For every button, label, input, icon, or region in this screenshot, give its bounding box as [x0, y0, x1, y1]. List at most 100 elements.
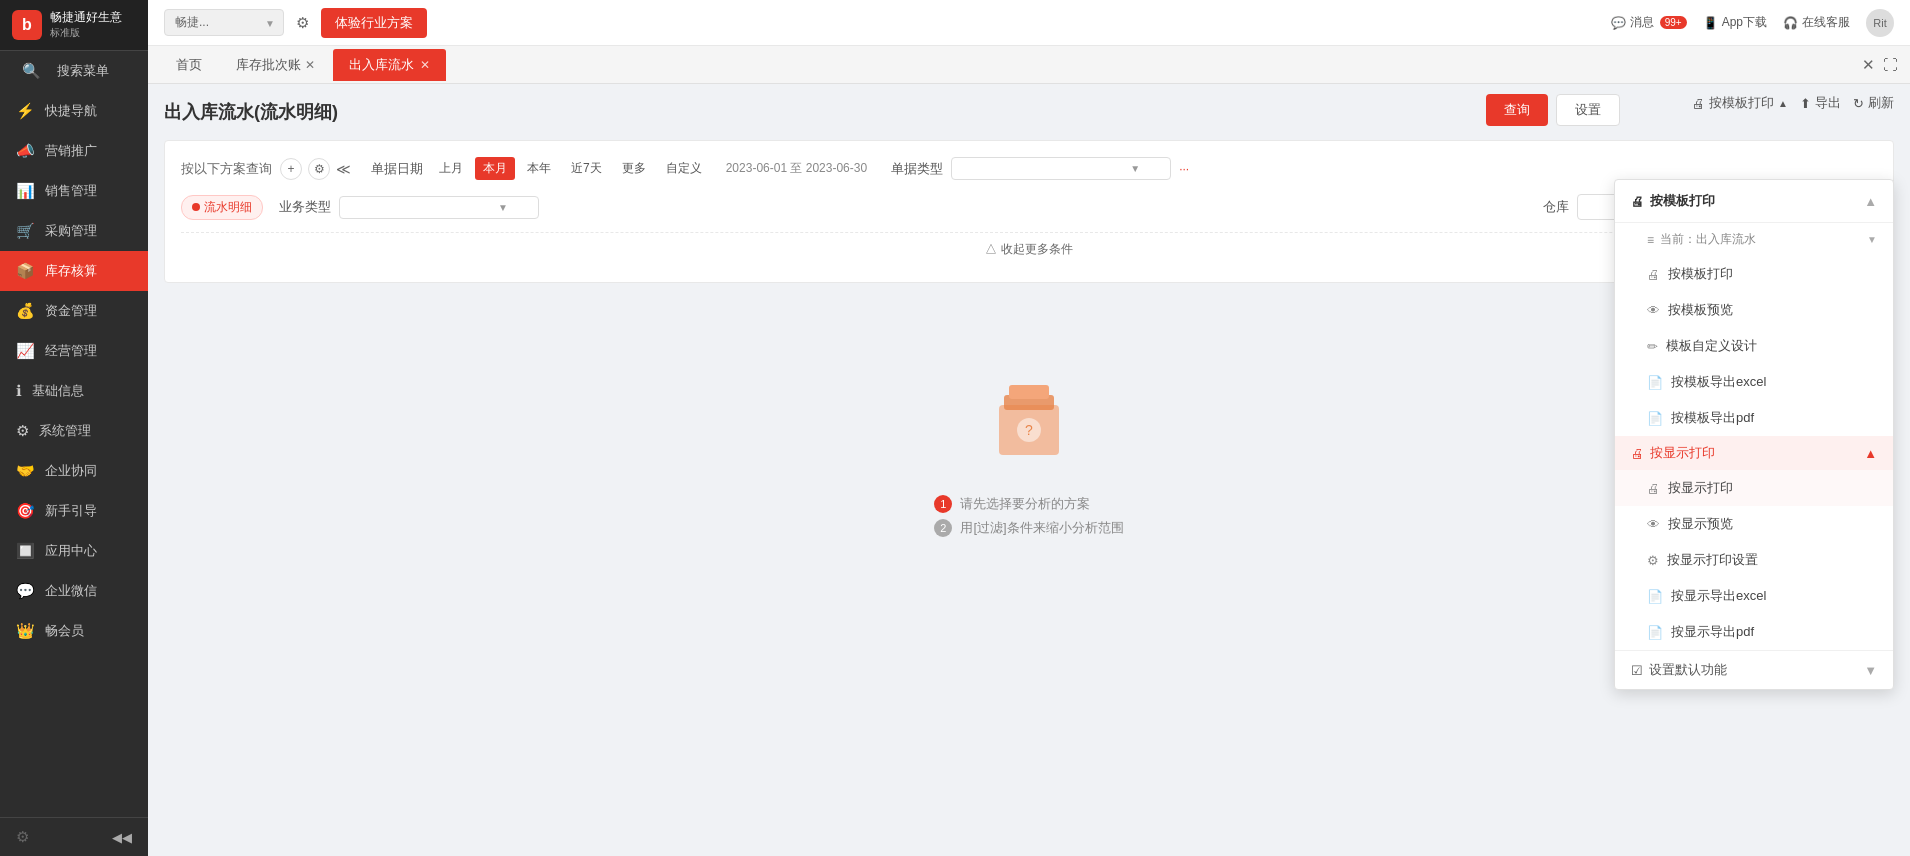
member-icon: 👑 — [16, 622, 35, 640]
tab-inventory-batch[interactable]: 库存批次账 ✕ — [220, 49, 331, 81]
filter-settings-btn[interactable]: ⚙ — [308, 158, 330, 180]
sidebar-settings-icon[interactable]: ⚙ — [16, 828, 29, 846]
user-name: 畅捷... — [175, 15, 209, 29]
display-print-section-header[interactable]: 🖨 按显示打印 ▲ — [1615, 436, 1893, 470]
header-gear-icon[interactable]: ⚙ — [296, 14, 309, 32]
collapse-more-label: 收起更多条件 — [1001, 242, 1073, 256]
header-left: 畅捷... ▼ ⚙ 体验行业方案 — [164, 8, 427, 38]
date-tab-7days[interactable]: 近7天 — [563, 157, 610, 180]
business-type-select[interactable]: ▼ — [339, 196, 539, 219]
dropdown-template-preview-item[interactable]: 👁 按模板预览 — [1615, 292, 1893, 328]
date-tab-last-month[interactable]: 上月 — [431, 157, 471, 180]
user-avatar-btn[interactable]: Rit — [1866, 9, 1894, 37]
svg-text:?: ? — [1025, 422, 1033, 438]
message-btn[interactable]: 💬 消息 99+ — [1611, 14, 1687, 31]
sidebar-search-label: 搜索菜单 — [57, 62, 109, 80]
sidebar-item-system[interactable]: ⚙ 系统管理 — [0, 411, 148, 451]
tab-inout-flow[interactable]: 出入库流水 ✕ — [333, 49, 446, 81]
settings-button[interactable]: 设置 — [1556, 94, 1620, 126]
app-download-btn[interactable]: 📱 App下载 — [1703, 14, 1767, 31]
business-type-arrow: ▼ — [498, 202, 508, 213]
sidebar-item-quick-nav[interactable]: ⚡ 快捷导航 — [0, 91, 148, 131]
add-filter-btn[interactable]: + — [280, 158, 302, 180]
page-title: 出入库流水(流水明细) — [164, 100, 1894, 124]
inventory-icon: 📦 — [16, 262, 35, 280]
tab-inventory-batch-label: 库存批次账 — [236, 57, 301, 72]
sidebar-item-operations[interactable]: 📈 经营管理 — [0, 331, 148, 371]
voucher-type-more[interactable]: ··· — [1179, 162, 1189, 176]
sidebar-collapse-icon[interactable]: ◀◀ — [112, 830, 132, 845]
industry-btn[interactable]: 体验行业方案 — [321, 8, 427, 38]
export-label: 导出 — [1815, 94, 1841, 112]
display-print-settings-icon: ⚙ — [1647, 553, 1659, 568]
sidebar-item-basic[interactable]: ℹ 基础信息 — [0, 371, 148, 411]
online-service-label: 在线客服 — [1802, 14, 1850, 31]
dropdown-template-export-excel-item[interactable]: 📄 按模板导出excel — [1615, 364, 1893, 400]
empty-hint-1: 1 请先选择要分析的方案 — [934, 495, 1090, 513]
app-download-icon: 📱 — [1703, 16, 1718, 30]
date-field: 单据日期 上月 本月 本年 近7天 更多 自定义 2023-06-01 至 20… — [371, 157, 867, 180]
finance-icon: 💰 — [16, 302, 35, 320]
refresh-btn[interactable]: ↻ 刷新 — [1853, 94, 1894, 112]
dropdown-footer[interactable]: ☑ 设置默认功能 ▼ — [1615, 650, 1893, 689]
template-export-excel-icon: 📄 — [1647, 375, 1663, 390]
display-preview-label: 按显示预览 — [1668, 515, 1733, 533]
sidebar: b 畅捷通好生意 标准版 🔍 搜索菜单 ⚡ 快捷导航 📣 营销推广 📊 销售管理… — [0, 0, 148, 856]
dropdown-display-preview-item[interactable]: 👁 按显示预览 — [1615, 506, 1893, 542]
dropdown-display-print-settings-item[interactable]: ⚙ 按显示打印设置 — [1615, 542, 1893, 578]
user-dropdown-arrow: ▼ — [265, 17, 275, 28]
tab-expand-btn[interactable]: ⛶ — [1883, 56, 1898, 74]
dropdown-display-export-excel-item[interactable]: 📄 按显示导出excel — [1615, 578, 1893, 614]
dropdown-template-print-item[interactable]: 🖨 按模板打印 — [1615, 256, 1893, 292]
sidebar-nav: ⚡ 快捷导航 📣 营销推广 📊 销售管理 🛒 采购管理 📦 库存核算 💰 资金管… — [0, 91, 148, 817]
date-tab-this-year[interactable]: 本年 — [519, 157, 559, 180]
online-service-btn[interactable]: 🎧 在线客服 — [1783, 14, 1850, 31]
date-tab-this-month[interactable]: 本月 — [475, 157, 515, 180]
tab-home[interactable]: 首页 — [160, 49, 218, 81]
sidebar-item-finance[interactable]: 💰 资金管理 — [0, 291, 148, 331]
sidebar-item-label: 营销推广 — [45, 142, 97, 160]
print-template-btn[interactable]: 🖨 按模板打印 ▲ — [1692, 94, 1788, 112]
date-tab-more[interactable]: 更多 — [614, 157, 654, 180]
sidebar-item-guide[interactable]: 🎯 新手引导 — [0, 491, 148, 531]
enterprise-icon: 🤝 — [16, 462, 35, 480]
sidebar-item-search[interactable]: 🔍 搜索菜单 — [0, 51, 148, 91]
export-btn[interactable]: ⬆ 导出 — [1800, 94, 1841, 112]
tab-inout-flow-close[interactable]: ✕ — [420, 58, 430, 72]
sidebar-item-label: 系统管理 — [39, 422, 91, 440]
tab-controls: ✕ ⛶ — [1862, 56, 1898, 74]
sidebar-item-member[interactable]: 👑 畅会员 — [0, 611, 148, 651]
template-preview-label: 按模板预览 — [1668, 301, 1733, 319]
current-label-row: ≡ 当前：出入库流水 ▼ — [1615, 223, 1893, 256]
collapse-filter-btn[interactable]: ≪ — [336, 161, 351, 177]
empty-icon: ? — [979, 375, 1079, 475]
dropdown-display-print-item[interactable]: 🖨 按显示打印 — [1615, 470, 1893, 506]
tab-close-all-btn[interactable]: ✕ — [1862, 56, 1875, 74]
voucher-type-select[interactable]: ▼ — [951, 157, 1171, 180]
filter-tag-label: 流水明细 — [204, 199, 252, 216]
tab-inventory-batch-close[interactable]: ✕ — [305, 58, 315, 72]
dropdown-scroll-down[interactable]: ▼ — [1864, 663, 1877, 678]
query-button[interactable]: 查询 — [1486, 94, 1548, 126]
sidebar-item-marketing[interactable]: 📣 营销推广 — [0, 131, 148, 171]
sidebar-item-purchase[interactable]: 🛒 采购管理 — [0, 211, 148, 251]
date-field-label: 单据日期 — [371, 160, 423, 178]
dropdown-scroll-up[interactable]: ▲ — [1864, 194, 1877, 209]
user-selector[interactable]: 畅捷... ▼ — [164, 9, 284, 36]
tab-bar: 首页 库存批次账 ✕ 出入库流水 ✕ ✕ ⛶ — [148, 46, 1910, 84]
date-tab-custom[interactable]: 自定义 — [658, 157, 710, 180]
sidebar-item-enterprise[interactable]: 🤝 企业协同 — [0, 451, 148, 491]
current-label-text: 当前：出入库流水 — [1660, 231, 1756, 248]
message-icon: 💬 — [1611, 16, 1626, 30]
sidebar-item-apps[interactable]: 🔲 应用中心 — [0, 531, 148, 571]
dropdown-template-export-pdf-item[interactable]: 📄 按模板导出pdf — [1615, 400, 1893, 436]
sidebar-item-sales[interactable]: 📊 销售管理 — [0, 171, 148, 211]
dropdown-template-custom-item[interactable]: ✏ 模板自定义设计 — [1615, 328, 1893, 364]
print-template-label: 按模板打印 — [1709, 94, 1774, 112]
message-badge: 99+ — [1660, 16, 1687, 29]
sidebar-item-inventory[interactable]: 📦 库存核算 — [0, 251, 148, 291]
up-arrow-icon: △ — [985, 242, 997, 256]
sidebar-item-wechat[interactable]: 💬 企业微信 — [0, 571, 148, 611]
dropdown-header: 🖨 按模板打印 ▲ — [1615, 180, 1893, 223]
dropdown-display-export-pdf-item[interactable]: 📄 按显示导出pdf — [1615, 614, 1893, 650]
